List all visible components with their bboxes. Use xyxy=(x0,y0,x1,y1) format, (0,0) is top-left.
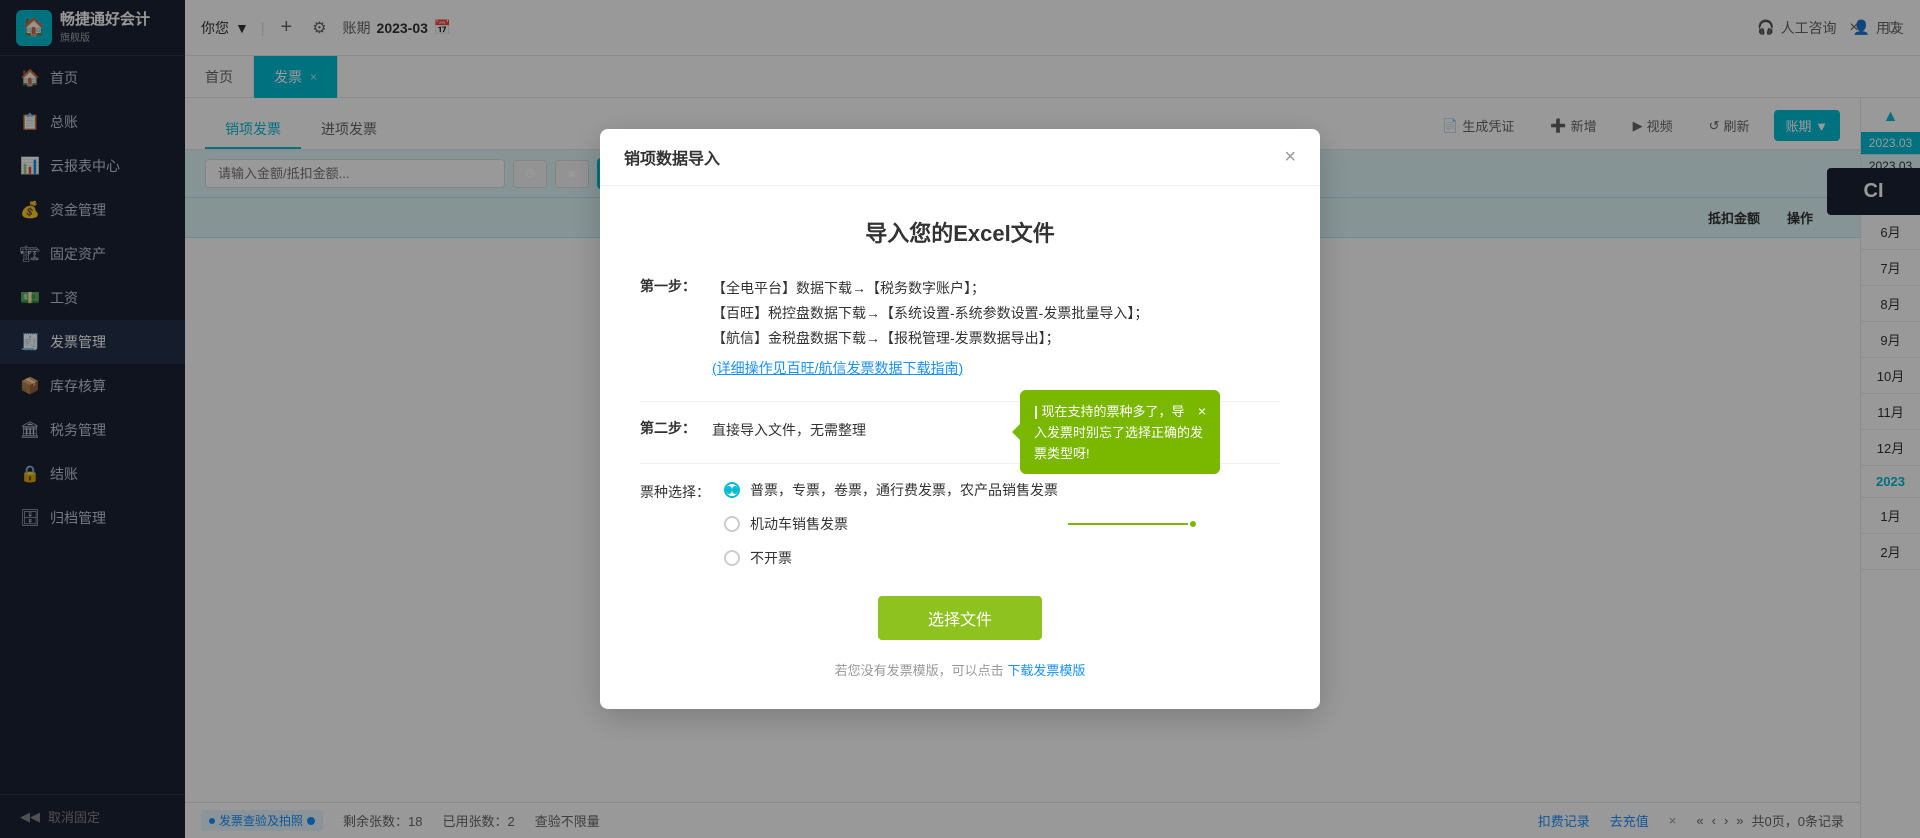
tooltip-text: 现在支持的票种多了，导入发票时别忘了选择正确的发票类型呀! xyxy=(1034,404,1203,461)
step1-line-2: 【百旺】税控盘数据下载→【系统设置-系统参数设置-发票批量导入】； xyxy=(712,301,1280,326)
ticket-selection-row: 票种选择： 普票，专票，卷票，通行费发票，农产品销售发票 机动车销售发票 xyxy=(640,480,1280,568)
step1-link-row: (详细操作见百旺/航信发票数据下载指南) xyxy=(712,356,1280,381)
radio-motor-label: 机动车销售发票 xyxy=(750,514,848,534)
select-file-button[interactable]: 选择文件 xyxy=(878,596,1042,640)
modal-title: 销项数据导入 xyxy=(624,145,720,169)
modal-step1-row: 第一步： 【全电平台】数据下载→【税务数字账户】； 【百旺】税控盘数据下载→【系… xyxy=(640,276,1280,381)
modal-main-title: 导入您的Excel文件 xyxy=(640,216,1280,248)
step2-label: 第二步： xyxy=(640,418,700,443)
radio-motor-circle xyxy=(724,516,740,532)
ticket-label: 票种选择： xyxy=(640,480,712,502)
modal-footer: 若您没有发票模版，可以点击 下载发票模版 xyxy=(640,660,1280,679)
radio-motor[interactable]: 机动车销售发票 xyxy=(724,514,1058,534)
modal-header: 销项数据导入 × xyxy=(600,129,1320,186)
step1-guide-link[interactable]: (详细操作见百旺/航信发票数据下载指南) xyxy=(712,360,963,376)
step2-text: 直接导入文件，无需整理 xyxy=(712,422,866,438)
modal-step1: 第一步： 【全电平台】数据下载→【税务数字账户】； 【百旺】税控盘数据下载→【系… xyxy=(640,276,1280,381)
step1-label: 第一步： xyxy=(640,276,700,381)
modal-overlay[interactable]: 销项数据导入 × 导入您的Excel文件 第一步： 【全电平台】数据下载→【税务… xyxy=(0,0,1920,838)
download-template-link[interactable]: 下载发票模版 xyxy=(1007,663,1085,678)
radio-common-circle xyxy=(724,482,740,498)
modal-footer-text: 若您没有发票模版，可以点击 xyxy=(835,663,1004,678)
tooltip-popup: × | 现在支持的票种多了，导入发票时别忘了选择正确的发票类型呀! xyxy=(1020,390,1220,474)
tooltip-connector xyxy=(1068,519,1198,529)
radio-no-ticket[interactable]: 不开票 xyxy=(724,548,1058,568)
radio-no-ticket-label: 不开票 xyxy=(750,548,792,568)
step1-line-3: 【航信】金税盘数据下载→【报税管理-发票数据导出】； xyxy=(712,326,1280,351)
radio-common-label: 普票，专票，卷票，通行费发票，农产品销售发票 xyxy=(750,480,1058,500)
step1-content: 【全电平台】数据下载→【税务数字账户】； 【百旺】税控盘数据下载→【系统设置-系… xyxy=(712,276,1280,381)
step1-line-1: 【全电平台】数据下载→【税务数字账户】； xyxy=(712,276,1280,301)
radio-no-ticket-circle xyxy=(724,550,740,566)
radio-group: 普票，专票，卷票，通行费发票，农产品销售发票 机动车销售发票 不开票 xyxy=(724,480,1058,568)
radio-common[interactable]: 普票，专票，卷票，通行费发票，农产品销售发票 xyxy=(724,480,1058,500)
modal-close-button[interactable]: × xyxy=(1284,146,1296,169)
tooltip-dot xyxy=(1188,519,1198,529)
tooltip-close-button[interactable]: × xyxy=(1198,400,1206,422)
